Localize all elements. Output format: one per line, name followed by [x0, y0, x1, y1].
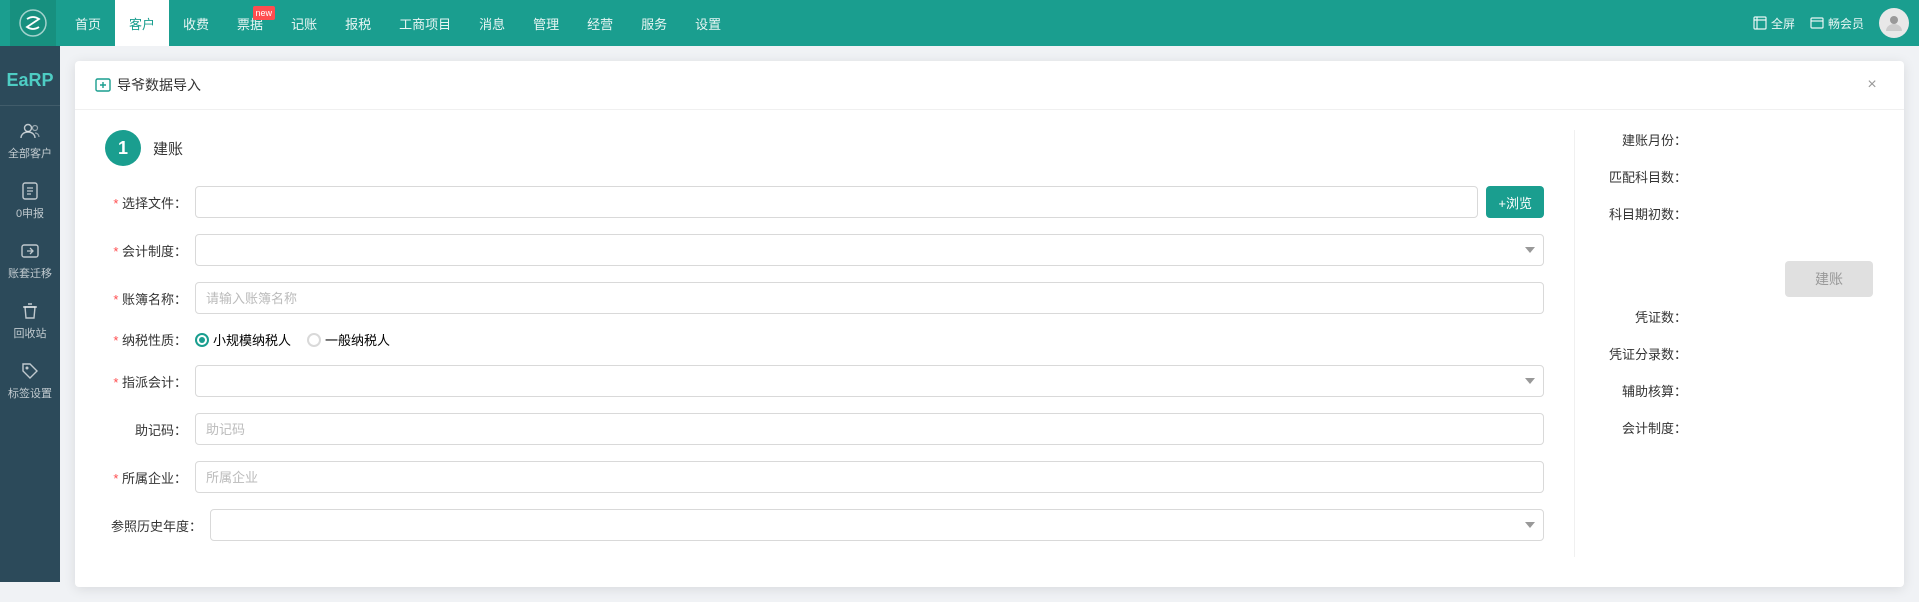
import-icon [95, 77, 111, 93]
nav-bookkeep[interactable]: 记账 [277, 0, 331, 46]
file-label: 选择文件： [105, 193, 195, 212]
sidebar-logo: EaRP [0, 56, 60, 106]
nav-bizproject[interactable]: 工商项目 [385, 0, 465, 46]
info-match-label: 匹配科目数： [1605, 167, 1695, 186]
radio-dot-general [307, 333, 321, 347]
dialog-header: 导爷数据导入 × [75, 61, 1904, 110]
memo-input[interactable] [195, 413, 1544, 445]
dialog-close-button[interactable]: × [1860, 73, 1884, 97]
info-auxiliary-row: 辅助核算： [1605, 381, 1874, 400]
fullscreen-button[interactable]: 全屏 [1753, 15, 1795, 32]
company-label: 所属企业： [105, 468, 195, 487]
company-row: 所属企业： [105, 461, 1544, 493]
nav-items: 首页 客户 收费 票据 new 记账 报税 工商项目 消息 管理 经营 服务 设… [61, 0, 1753, 46]
nav-operation[interactable]: 经营 [573, 0, 627, 46]
file-input-group: +浏览 [195, 186, 1544, 218]
radio-general[interactable]: 一般纳税人 [307, 330, 390, 349]
top-nav: 首页 客户 收费 票据 new 记账 报税 工商项目 消息 管理 经营 服务 设… [0, 0, 1919, 46]
info-voucher-entry-label: 凭证分录数： [1605, 344, 1695, 363]
form-section: 1 建账 选择文件： +浏览 会计制度： [105, 130, 1574, 557]
info-initial-label: 科目期初数： [1605, 204, 1695, 223]
accounting-select[interactable] [195, 234, 1544, 266]
history-year-select[interactable] [210, 509, 1544, 541]
ledger-name-label: 账簿名称： [105, 289, 195, 308]
nav-customer[interactable]: 客户 [115, 0, 169, 46]
radio-dot-small [195, 333, 209, 347]
nav-tax[interactable]: 报税 [331, 0, 385, 46]
dialog: 导爷数据导入 × 1 建账 选择文件： +浏览 [75, 61, 1904, 587]
dialog-title: 导爷数据导入 [117, 75, 201, 95]
nav-fee[interactable]: 收费 [169, 0, 223, 46]
dialog-body: 1 建账 选择文件： +浏览 会计制度： [75, 110, 1904, 587]
info-month-row: 建账月份： [1605, 130, 1874, 149]
company-input[interactable] [195, 461, 1544, 493]
history-year-label: 参照历史年度： [105, 516, 210, 535]
info-match-row: 匹配科目数： [1605, 167, 1874, 186]
member-button[interactable]: 畅会员 [1810, 15, 1864, 32]
create-btn-wrapper: 建账 [1695, 251, 1874, 297]
radio-group: 小规模纳税人 一般纳税人 [195, 330, 1544, 349]
create-account-button[interactable]: 建账 [1785, 261, 1873, 297]
info-auxiliary-label: 辅助核算： [1605, 381, 1695, 400]
accountant-row: 指派会计： [105, 365, 1544, 397]
browse-button[interactable]: +浏览 [1486, 186, 1544, 218]
file-input[interactable] [195, 186, 1478, 218]
nav-right: 全屏 畅会员 [1753, 8, 1909, 38]
file-row: 选择文件： +浏览 [105, 186, 1544, 218]
nav-home[interactable]: 首页 [61, 0, 115, 46]
step-badge: 1 [105, 130, 141, 166]
info-voucher-entry-row: 凭证分录数： [1605, 344, 1874, 363]
step-header: 1 建账 [105, 130, 1544, 166]
sidebar-item-migration[interactable]: 账套迁移 [0, 231, 60, 291]
nav-message[interactable]: 消息 [465, 0, 519, 46]
history-year-row: 参照历史年度： [105, 509, 1544, 541]
ledger-name-row: 账簿名称： [105, 282, 1544, 314]
accountant-select[interactable] [195, 365, 1544, 397]
accounting-label: 会计制度： [105, 241, 195, 260]
ledger-name-input[interactable] [195, 282, 1544, 314]
radio-small-scale[interactable]: 小规模纳税人 [195, 330, 291, 349]
nav-invoice[interactable]: 票据 new [223, 0, 277, 46]
info-voucher-row: 凭证数： [1605, 307, 1874, 326]
sidebar-item-all-customers[interactable]: 全部客户 [0, 111, 60, 171]
sidebar-item-tags[interactable]: 标签设置 [0, 351, 60, 411]
memo-label: 助记码： [105, 420, 195, 439]
info-accounting-system-row: 会计制度： [1605, 418, 1874, 437]
info-accounting-system-label: 会计制度： [1605, 418, 1695, 437]
info-month-label: 建账月份： [1605, 130, 1695, 149]
nav-manage[interactable]: 管理 [519, 0, 573, 46]
sidebar: EaRP 全部客户 0申报 账套迁移 回收站 [0, 46, 60, 582]
info-section: 建账月份： 匹配科目数： 科目期初数： 建账 凭证数： [1574, 130, 1874, 557]
user-avatar[interactable] [1879, 8, 1909, 38]
main-content: 导爷数据导入 × 1 建账 选择文件： +浏览 [60, 46, 1919, 602]
accounting-row: 会计制度： [105, 234, 1544, 266]
tax-type-label: 纳税性质： [105, 330, 195, 349]
accountant-label: 指派会计： [105, 372, 195, 391]
step-label: 建账 [153, 138, 183, 159]
dialog-header-left: 导爷数据导入 [95, 75, 201, 95]
info-voucher-label: 凭证数： [1605, 307, 1695, 326]
info-initial-row: 科目期初数： [1605, 204, 1874, 223]
sidebar-item-zero-declaration[interactable]: 0申报 [0, 171, 60, 231]
sidebar-item-recycle[interactable]: 回收站 [0, 291, 60, 351]
memo-row: 助记码： [105, 413, 1544, 445]
nav-settings[interactable]: 设置 [681, 0, 735, 46]
logo[interactable] [10, 0, 56, 46]
nav-service[interactable]: 服务 [627, 0, 681, 46]
tax-type-row: 纳税性质： 小规模纳税人 一般纳税人 [105, 330, 1544, 349]
new-badge: new [253, 6, 276, 20]
